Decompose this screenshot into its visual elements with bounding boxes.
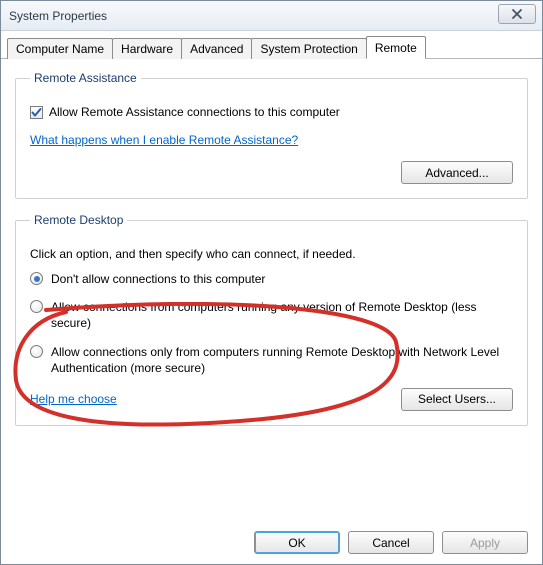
group-remote-assistance: Remote Assistance Allow Remote Assistanc… (15, 71, 528, 199)
select-users-button[interactable]: Select Users... (401, 388, 513, 411)
titlebar: System Properties (1, 1, 542, 31)
group-remote-desktop: Remote Desktop Click an option, and then… (15, 213, 528, 426)
apply-button[interactable]: Apply (442, 531, 528, 554)
system-properties-window: System Properties Computer Name Hardware… (0, 0, 543, 565)
close-icon (511, 8, 523, 20)
tab-computer-name[interactable]: Computer Name (7, 38, 113, 59)
radio-dont-allow-label: Don't allow connections to this computer (51, 271, 265, 287)
remote-desktop-description: Click an option, and then specify who ca… (30, 247, 513, 261)
tab-hardware[interactable]: Hardware (112, 38, 182, 59)
tab-remote[interactable]: Remote (366, 36, 426, 59)
group-remote-desktop-legend: Remote Desktop (30, 213, 127, 227)
help-me-choose-link[interactable]: Help me choose (30, 392, 117, 406)
radio-allow-nla-label: Allow connections only from computers ru… (51, 344, 513, 376)
radio-allow-any-version[interactable] (30, 300, 43, 313)
radio-allow-nla[interactable] (30, 345, 43, 358)
allow-remote-assistance-label: Allow Remote Assistance connections to t… (49, 105, 340, 119)
cancel-button[interactable]: Cancel (348, 531, 434, 554)
window-title: System Properties (9, 9, 107, 23)
dialog-footer: OK Cancel Apply (254, 531, 528, 554)
group-remote-assistance-legend: Remote Assistance (30, 71, 141, 85)
ok-button[interactable]: OK (254, 531, 340, 554)
allow-remote-assistance-checkbox[interactable] (30, 106, 43, 119)
close-button[interactable] (498, 4, 536, 24)
radio-allow-any-version-label: Allow connections from computers running… (51, 299, 513, 331)
remote-assistance-help-link[interactable]: What happens when I enable Remote Assist… (30, 133, 298, 147)
checkmark-icon (31, 107, 42, 118)
advanced-button[interactable]: Advanced... (401, 161, 513, 184)
tab-strip: Computer Name Hardware Advanced System P… (1, 31, 542, 59)
tab-system-protection[interactable]: System Protection (251, 38, 366, 59)
tab-content-remote: Remote Assistance Allow Remote Assistanc… (1, 59, 542, 450)
allow-remote-assistance-row: Allow Remote Assistance connections to t… (30, 105, 513, 119)
tab-advanced[interactable]: Advanced (181, 38, 252, 59)
radio-dont-allow[interactable] (30, 272, 43, 285)
